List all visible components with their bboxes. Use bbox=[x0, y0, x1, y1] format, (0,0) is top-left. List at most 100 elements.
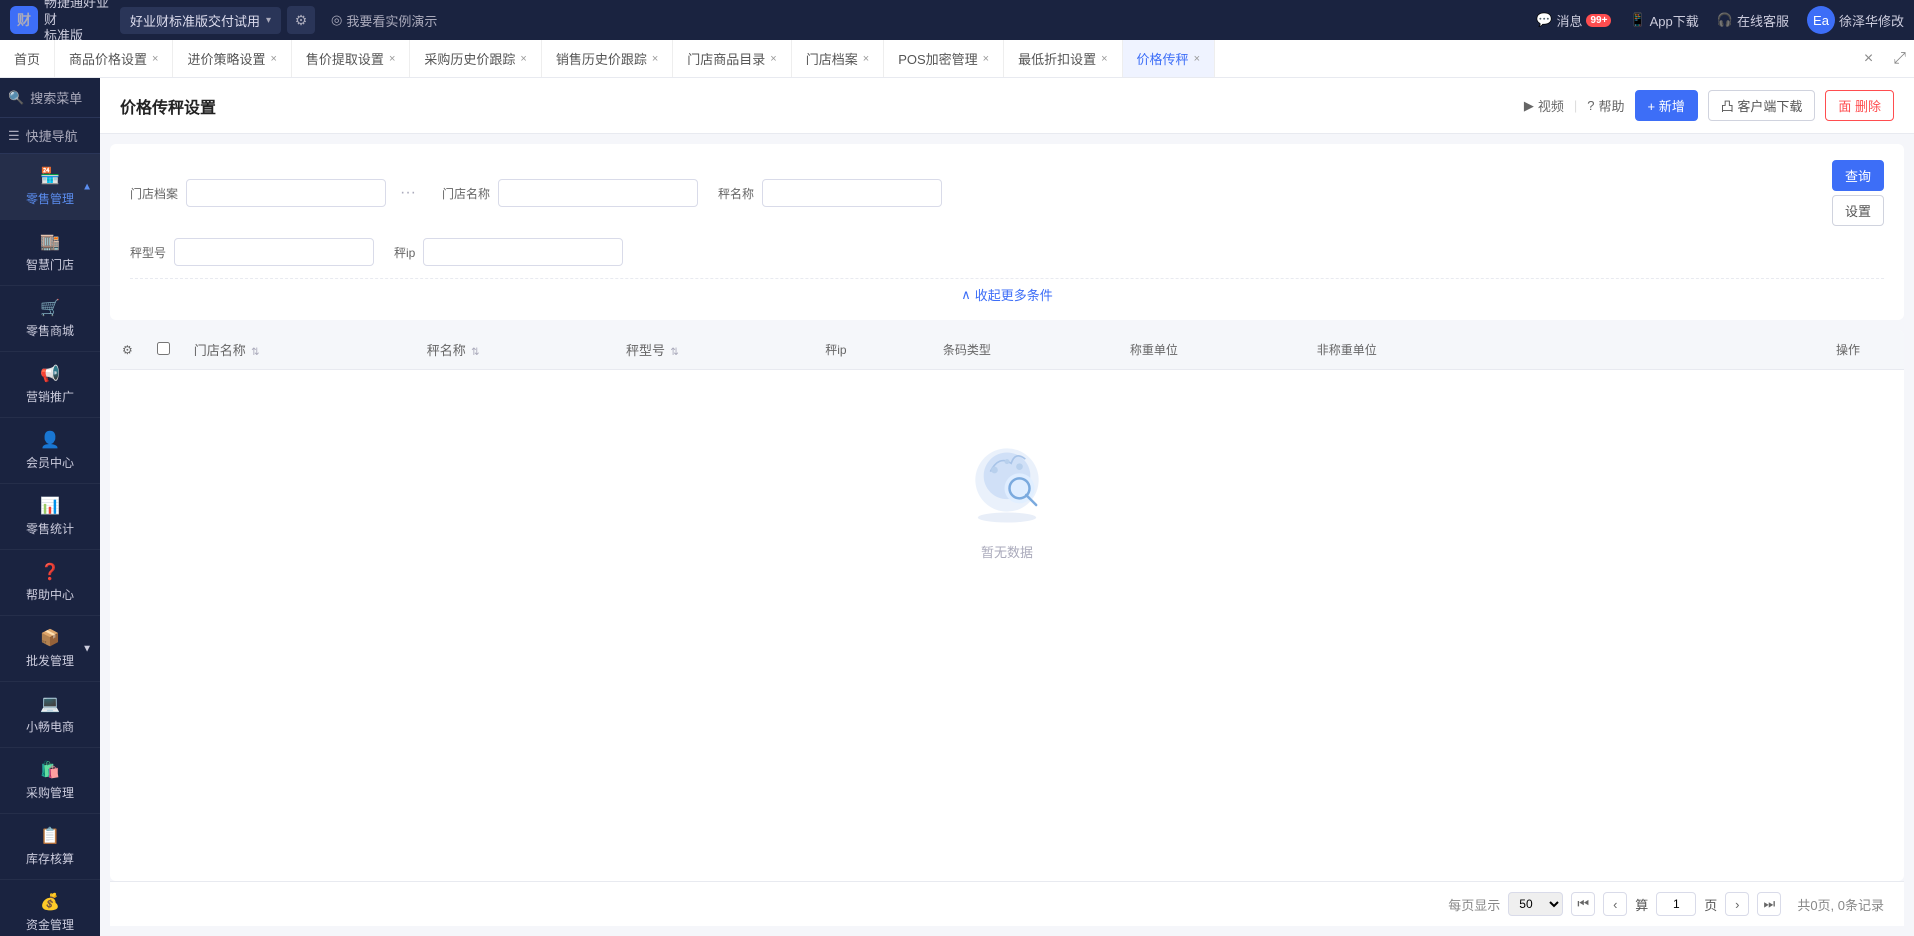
search-button[interactable]: 查询 bbox=[1832, 160, 1884, 191]
demo-link[interactable]: ◎ 我要看实例演示 bbox=[331, 11, 437, 30]
first-page-button[interactable]: ⏮ bbox=[1571, 892, 1595, 916]
video-icon: ▶ bbox=[1524, 98, 1534, 114]
sidebar: 🔍 搜索菜单 ☰ 快捷导航 🏪 零售管理 ▲ 🏬 智慧门店 🛒 零售商城 📢 营… bbox=[0, 78, 100, 936]
purchase-icon: 🛍️ bbox=[40, 760, 60, 780]
sidebar-item-smart-store[interactable]: 🏬 智慧门店 bbox=[0, 220, 100, 286]
delete-button[interactable]: 面 删除 bbox=[1825, 90, 1894, 121]
chevron-up-icon: ▲ bbox=[82, 181, 92, 192]
sidebar-item-member[interactable]: 👤 会员中心 bbox=[0, 418, 100, 484]
page-label-before: 算 bbox=[1635, 895, 1648, 914]
close-icon[interactable]: × bbox=[270, 53, 276, 65]
tab-label: POS加密管理 bbox=[898, 49, 977, 68]
table-settings-header[interactable]: ⚙ bbox=[110, 330, 145, 370]
store-name-input[interactable] bbox=[498, 179, 698, 207]
stats-icon: 📊 bbox=[40, 496, 60, 516]
table-checkbox-header[interactable] bbox=[145, 330, 182, 370]
th-scale-name: 秤名称 ⇅ bbox=[415, 330, 614, 370]
tab-price-scale[interactable]: 价格传秤 × bbox=[1123, 40, 1215, 77]
sidebar-item-label: 帮助中心 bbox=[26, 586, 74, 603]
filter-store-file: 门店档案 ··· bbox=[130, 179, 422, 207]
sidebar-item-label: 零售统计 bbox=[26, 520, 74, 537]
close-icon[interactable]: × bbox=[152, 53, 158, 65]
collapse-button[interactable]: ∧ 收起更多条件 bbox=[130, 278, 1884, 310]
tab-home-label: 首页 bbox=[14, 49, 40, 68]
edition-selector[interactable]: 好业财标准版交付试用 ▾ bbox=[120, 7, 281, 34]
add-button[interactable]: + 新增 bbox=[1635, 90, 1698, 121]
next-page-button[interactable]: › bbox=[1725, 892, 1749, 916]
chevron-down-icon: ▼ bbox=[82, 643, 92, 654]
per-page-select[interactable]: 10 20 50 100 bbox=[1508, 892, 1563, 916]
sidebar-item-ecommerce[interactable]: 💻 小畅电商 bbox=[0, 682, 100, 748]
tab-label: 售价提取设置 bbox=[306, 49, 384, 68]
tab-close-button[interactable]: × bbox=[1852, 50, 1885, 68]
separator: | bbox=[1574, 98, 1577, 113]
scale-ip-input[interactable] bbox=[423, 238, 623, 266]
sidebar-item-marketing[interactable]: 📢 营销推广 bbox=[0, 352, 100, 418]
tab-expand-button[interactable]: ⤢ bbox=[1885, 50, 1914, 68]
close-icon[interactable]: × bbox=[389, 53, 395, 65]
top-bar-right: 💬 消息 99+ 📱 App下载 🎧 在线客服 Ea 徐泽华修改 bbox=[1536, 6, 1904, 34]
retail-icon: 🏪 bbox=[40, 166, 60, 186]
sort-icon[interactable]: ⇅ bbox=[471, 347, 479, 358]
tab-sale-extract[interactable]: 售价提取设置 × bbox=[292, 40, 410, 77]
close-icon[interactable]: × bbox=[770, 53, 776, 65]
messages-button[interactable]: 💬 消息 99+ bbox=[1536, 11, 1611, 30]
tab-label: 门店商品目录 bbox=[687, 49, 765, 68]
sidebar-item-online-store[interactable]: 🛒 零售商城 bbox=[0, 286, 100, 352]
sidebar-item-purchase[interactable]: 🛍️ 采购管理 bbox=[0, 748, 100, 814]
tab-sales-history[interactable]: 销售历史价跟踪 × bbox=[542, 40, 673, 77]
store-file-input[interactable] bbox=[186, 179, 386, 207]
video-link[interactable]: ▶ 视频 bbox=[1524, 96, 1564, 115]
close-icon[interactable]: × bbox=[1101, 53, 1107, 65]
th-operation: 操作 bbox=[1824, 330, 1904, 370]
sidebar-item-wholesale[interactable]: 📦 批发管理 ▼ bbox=[0, 616, 100, 682]
sort-icon[interactable]: ⇅ bbox=[670, 347, 678, 358]
avatar: Ea bbox=[1807, 6, 1835, 34]
user-menu[interactable]: Ea 徐泽华修改 bbox=[1807, 6, 1904, 34]
filter-row-2: 秤型号 秤ip bbox=[130, 238, 1884, 266]
sidebar-item-retail-stats[interactable]: 📊 零售统计 bbox=[0, 484, 100, 550]
sort-icon[interactable]: ⇅ bbox=[251, 347, 259, 358]
page-number-input[interactable] bbox=[1656, 892, 1696, 916]
help-link[interactable]: ? 帮助 bbox=[1587, 96, 1624, 115]
tab-product-price[interactable]: 商品价格设置 × bbox=[55, 40, 173, 77]
tab-min-discount[interactable]: 最低折扣设置 × bbox=[1004, 40, 1122, 77]
headset-icon: 🎧 bbox=[1717, 12, 1733, 28]
prev-page-button[interactable]: ‹ bbox=[1603, 892, 1627, 916]
app-download-button[interactable]: 📱 App下载 bbox=[1629, 11, 1698, 30]
sidebar-search[interactable]: 🔍 搜索菜单 bbox=[0, 78, 100, 118]
tab-store-catalog[interactable]: 门店商品目录 × bbox=[673, 40, 791, 77]
tab-purchase-strategy[interactable]: 进价策略设置 × bbox=[173, 40, 291, 77]
tab-label: 商品价格设置 bbox=[69, 49, 147, 68]
edition-settings-button[interactable]: ⚙ bbox=[287, 6, 315, 34]
sidebar-item-inventory[interactable]: 📋 库存核算 bbox=[0, 814, 100, 880]
more-dots-icon[interactable]: ··· bbox=[394, 184, 422, 202]
tab-home[interactable]: 首页 bbox=[0, 40, 55, 77]
sidebar-item-finance[interactable]: 💰 资金管理 bbox=[0, 880, 100, 936]
member-icon: 👤 bbox=[40, 430, 60, 450]
tab-bar: 首页 商品价格设置 × 进价策略设置 × 售价提取设置 × 采购历史价跟踪 × … bbox=[0, 40, 1914, 78]
select-all-checkbox[interactable] bbox=[157, 342, 170, 355]
tab-store-file[interactable]: 门店档案 × bbox=[792, 40, 884, 77]
close-icon[interactable]: × bbox=[520, 53, 526, 65]
online-service-button[interactable]: 🎧 在线客服 bbox=[1717, 11, 1789, 30]
phone-icon: 📱 bbox=[1629, 12, 1645, 28]
scale-model-label: 秤型号 bbox=[130, 244, 166, 261]
close-icon[interactable]: × bbox=[863, 53, 869, 65]
close-icon[interactable]: × bbox=[652, 53, 658, 65]
sidebar-item-retail[interactable]: 🏪 零售管理 ▲ bbox=[0, 154, 100, 220]
tab-purchase-history[interactable]: 采购历史价跟踪 × bbox=[410, 40, 541, 77]
wholesale-icon: 📦 bbox=[40, 628, 60, 648]
last-page-button[interactable]: ⏭ bbox=[1757, 892, 1781, 916]
close-icon[interactable]: × bbox=[983, 53, 989, 65]
sidebar-item-help[interactable]: ❓ 帮助中心 bbox=[0, 550, 100, 616]
scale-name-input[interactable] bbox=[762, 179, 942, 207]
logo: 财 畅捷通好业财 标准版 bbox=[10, 0, 110, 45]
sidebar-quick-nav[interactable]: ☰ 快捷导航 bbox=[0, 118, 100, 154]
download-button[interactable]: 凸 客户端下载 bbox=[1708, 90, 1816, 121]
scale-model-input[interactable] bbox=[174, 238, 374, 266]
tab-label: 价格传秤 bbox=[1137, 49, 1189, 68]
settings-button[interactable]: 设置 bbox=[1832, 195, 1884, 226]
tab-pos-encrypt[interactable]: POS加密管理 × bbox=[884, 40, 1004, 77]
close-icon[interactable]: × bbox=[1194, 53, 1200, 65]
